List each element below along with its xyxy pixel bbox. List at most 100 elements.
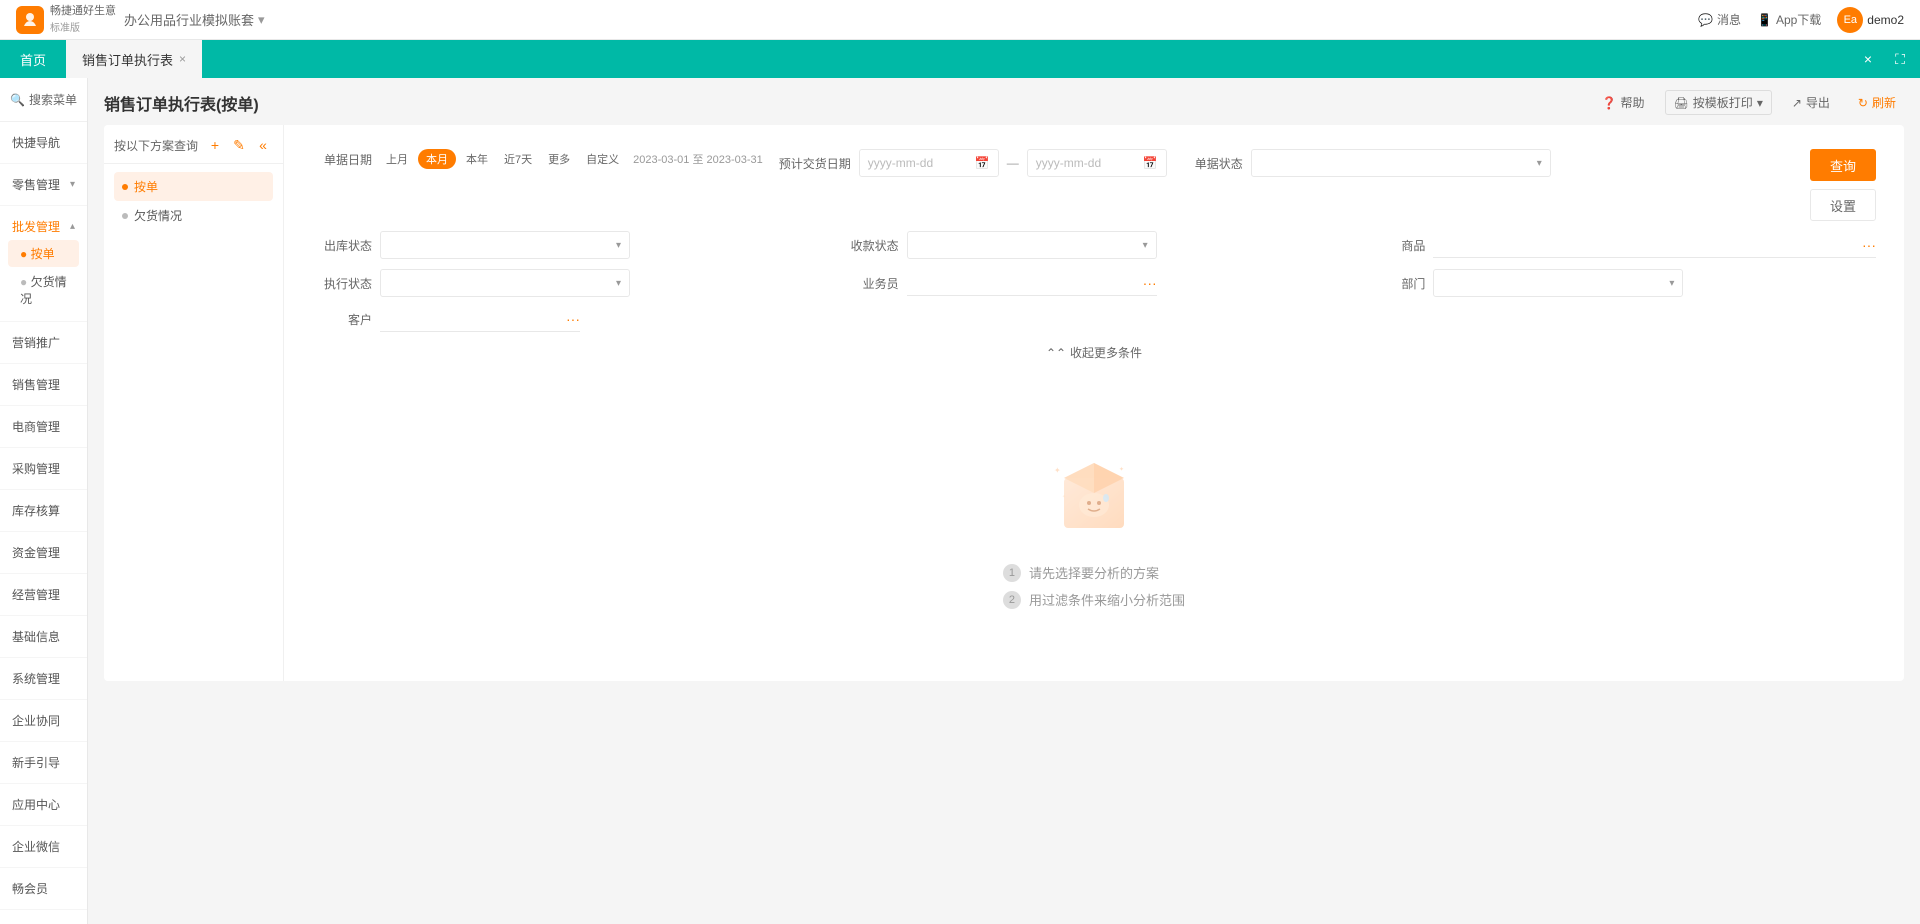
- collapse-btn[interactable]: ⌃⌃ 收起更多条件: [1046, 344, 1142, 361]
- sidebar-item-finance[interactable]: 资金管理: [0, 532, 87, 574]
- sidebar-item-inventory[interactable]: 库存核算: [0, 490, 87, 532]
- customer-more-icon: ···: [566, 311, 580, 327]
- sidebar-item-retail[interactable]: 零售管理 ▾: [0, 164, 87, 206]
- message-button[interactable]: 💬 消息: [1698, 11, 1741, 28]
- sidebar-item-ecommerce[interactable]: 电商管理: [0, 406, 87, 448]
- sidebar-item-quick-nav[interactable]: 快捷导航: [0, 122, 87, 164]
- svg-text:✦: ✦: [1062, 494, 1066, 500]
- sub-item-dot-active: ●: [20, 247, 31, 261]
- settings-button[interactable]: 设置: [1810, 189, 1876, 221]
- left-filter-panel: 按以下方案查询 + ✎ «: [104, 125, 284, 681]
- app-download-button[interactable]: 📱 App下载: [1757, 11, 1821, 28]
- download-icon: 📱: [1757, 13, 1772, 27]
- more-btn[interactable]: 更多: [542, 149, 576, 169]
- date-range-text: 2023-03-01 至 2023-03-31: [633, 151, 763, 167]
- calendar-icon-start: 📅: [975, 156, 990, 170]
- salesperson-input[interactable]: ···: [907, 271, 1157, 296]
- sidebar-item-basics[interactable]: 基础信息: [0, 616, 87, 658]
- dropdown-icon: ▾: [258, 12, 265, 28]
- delivery-status-select[interactable]: ▾: [380, 231, 630, 259]
- tab-sales-order-exec[interactable]: 销售订单执行表 ×: [66, 40, 202, 78]
- empty-tip-1: 1 请先选择要分析的方案: [1003, 563, 1185, 582]
- goods-label: 商品: [1365, 237, 1425, 254]
- logo-area[interactable]: 畅捷通好生意 标准版: [16, 5, 116, 33]
- filter-section: 单据日期 上月 本月 本年 近7天 更多 自定义 2023-03-01 至 20…: [296, 137, 1892, 375]
- expected-date-end[interactable]: yyyy-mm-dd 📅: [1027, 149, 1167, 177]
- sidebar-sub-item-order[interactable]: ● 按单: [8, 240, 79, 267]
- status-chevron: ▾: [1537, 158, 1542, 169]
- delivery-chevron: ▾: [616, 240, 621, 251]
- main-content-panel: 按以下方案查询 + ✎ «: [104, 125, 1904, 681]
- sidebar-item-sales[interactable]: 销售管理: [0, 364, 87, 406]
- industry-title[interactable]: 办公用品行业模拟账套 ▾: [124, 10, 265, 29]
- left-panel-edit-btn[interactable]: ✎: [229, 135, 249, 155]
- search-icon: 🔍: [10, 93, 25, 107]
- avatar: Ea: [1837, 7, 1863, 33]
- expected-date-start[interactable]: yyyy-mm-dd 📅: [859, 149, 999, 177]
- sidebar-item-purchase[interactable]: 采购管理: [0, 448, 87, 490]
- sidebar-search-btn[interactable]: 🔍 搜索菜单: [8, 86, 79, 113]
- recent7-btn[interactable]: 近7天: [498, 149, 538, 169]
- this-year-btn[interactable]: 本年: [460, 149, 494, 169]
- custom-btn[interactable]: 自定义: [580, 149, 625, 169]
- template-print-btn[interactable]: 🖨 按模板打印 ▾: [1665, 90, 1772, 115]
- left-panel-item-debt[interactable]: 欠货情况: [114, 201, 273, 230]
- sidebar-item-wechat[interactable]: 企业微信: [0, 826, 87, 868]
- user-menu[interactable]: Ea demo2: [1837, 7, 1904, 33]
- tab-bar: 首页 销售订单执行表 × × ⛶: [0, 40, 1920, 78]
- sidebar-item-member[interactable]: 畅会员: [0, 868, 87, 910]
- goods-more-icon: ···: [1862, 237, 1876, 253]
- help-btn[interactable]: ❓ 帮助: [1594, 91, 1653, 114]
- tab-bar-right: × ⛶: [1856, 47, 1920, 71]
- tab-maximize-btn[interactable]: ⛶: [1888, 47, 1912, 71]
- left-panel-item-order[interactable]: 按单: [114, 172, 273, 201]
- main-layout: 🔍 搜索菜单 快捷导航 零售管理 ▾ 批发管理 ▴ ● 按单: [0, 78, 1920, 924]
- exec-status-select[interactable]: ▾: [380, 269, 630, 297]
- export-btn[interactable]: ↗ 导出: [1784, 91, 1838, 114]
- payment-status-select[interactable]: ▾: [907, 231, 1157, 259]
- sidebar-item-appstore[interactable]: 应用中心: [0, 784, 87, 826]
- tab-minimize-btn[interactable]: ×: [1856, 47, 1880, 71]
- customer-input[interactable]: ···: [380, 307, 580, 332]
- salesperson-label: 业务员: [839, 275, 899, 292]
- logo-sub: 标准版: [50, 19, 116, 34]
- print-icon: 🖨: [1674, 96, 1689, 110]
- goods-input[interactable]: ···: [1433, 233, 1876, 258]
- header-right: 💬 消息 📱 App下载 Ea demo2: [1698, 7, 1904, 33]
- sidebar-item-operations[interactable]: 经营管理: [0, 574, 87, 616]
- sidebar-item-marketing[interactable]: 营销推广: [0, 322, 87, 364]
- empty-state: ✦ ✦ ✦ 1 请先选择要分析的方案 2 用过滤条件来缩小分析范围: [296, 383, 1892, 669]
- sidebar-item-system[interactable]: 系统管理: [0, 658, 87, 700]
- left-panel-add-btn[interactable]: +: [205, 135, 225, 155]
- sidebar: 🔍 搜索菜单 快捷导航 零售管理 ▾ 批发管理 ▴ ● 按单: [0, 78, 88, 924]
- page-title-actions: ❓ 帮助 🖨 按模板打印 ▾ ↗ 导出 ↻ 刷新: [1594, 90, 1904, 115]
- salesperson-more-icon: ···: [1143, 275, 1157, 291]
- sidebar-item-wholesale[interactable]: 批发管理 ▴ ● 按单 ● 欠货情况: [0, 206, 87, 322]
- left-panel-section: 按单 欠货情况: [104, 164, 283, 238]
- help-icon: ❓: [1602, 96, 1617, 110]
- sidebar-sub-item-debt[interactable]: ● 欠货情况: [8, 268, 79, 312]
- top-header: 畅捷通好生意 标准版 办公用品行业模拟账套 ▾ 💬 消息 📱 App下载 Ea …: [0, 0, 1920, 40]
- tab-home[interactable]: 首页: [0, 40, 66, 78]
- date-label: 单据日期: [312, 151, 372, 168]
- prev-month-btn[interactable]: 上月: [380, 149, 414, 169]
- print-dropdown-icon: ▾: [1757, 96, 1763, 110]
- sidebar-item-newbie[interactable]: 新手引导: [0, 742, 87, 784]
- refresh-icon: ↻: [1858, 96, 1868, 110]
- tab-close-icon[interactable]: ×: [179, 52, 186, 66]
- sidebar-item-enterprise[interactable]: 企业协同: [0, 700, 87, 742]
- empty-tip-2: 2 用过滤条件来缩小分析范围: [1003, 590, 1185, 609]
- logo-text-area: 畅捷通好生意 标准版: [50, 5, 116, 33]
- current-month-btn[interactable]: 本月: [418, 149, 456, 169]
- left-panel-collapse-btn[interactable]: «: [253, 135, 273, 155]
- filter-collapse: ⌃⌃ 收起更多条件: [312, 338, 1876, 363]
- department-select[interactable]: ▾: [1433, 269, 1683, 297]
- refresh-btn[interactable]: ↻ 刷新: [1850, 91, 1904, 114]
- inactive-dot: [122, 213, 128, 219]
- tip-num-2: 2: [1003, 591, 1021, 609]
- left-panel-actions: + ✎ «: [205, 135, 273, 155]
- query-button[interactable]: 查询: [1810, 149, 1876, 181]
- status-select[interactable]: ▾: [1251, 149, 1551, 177]
- exec-status-label: 执行状态: [312, 275, 372, 292]
- logo-text: 畅捷通好生意: [50, 5, 116, 18]
